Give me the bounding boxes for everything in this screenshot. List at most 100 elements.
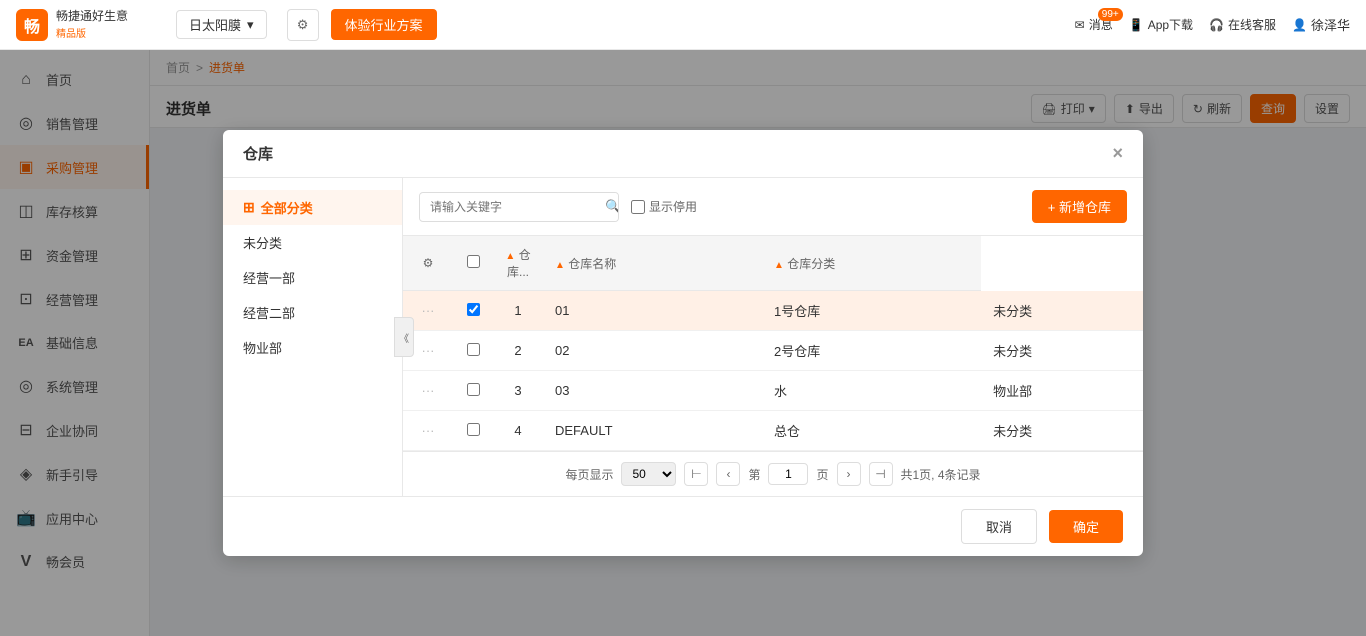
row-warehouse-name: 水 (762, 371, 981, 411)
row-menu[interactable]: ··· (403, 411, 453, 451)
service-button[interactable]: 🎧 在线客服 (1209, 16, 1276, 33)
warehouse-modal: 仓库 × ⊞ 全部分类 未分类 经营一部 经营二部 (223, 130, 1143, 556)
modal-body: ⊞ 全部分类 未分类 经营一部 经营二部 物业部 《 (223, 178, 1143, 496)
col-header-setting[interactable]: ⚙ (403, 236, 453, 291)
total-info: 共1页, 4条记录 (901, 466, 981, 483)
settings-icon[interactable]: ⚙ (287, 9, 319, 41)
modal-header: 仓库 × (223, 130, 1143, 178)
modal-title: 仓库 (243, 143, 273, 164)
tree-item-dept2[interactable]: 经营二部 (223, 295, 402, 330)
user-menu[interactable]: 👤 徐泽华 (1292, 15, 1350, 34)
show-disabled-label: 显示停用 (631, 198, 697, 215)
sort-icon-cat: ▲ (774, 260, 784, 271)
tree-label-property: 物业部 (243, 338, 282, 357)
pagination: 每页显示 50 100 ⊢ ‹ 第 页 › ⊣ 共1页, 4条记录 (403, 451, 1143, 496)
tree-item-all[interactable]: ⊞ 全部分类 (223, 190, 402, 225)
tree-all-label: 全部分类 (261, 198, 313, 217)
message-icon: ✉ (1075, 18, 1085, 32)
page-size-select[interactable]: 50 100 (621, 462, 676, 486)
row-code: 02 (543, 331, 762, 371)
row-warehouse-name: 1号仓库 (762, 291, 981, 331)
row-checkbox[interactable] (467, 423, 480, 436)
logo-title: 畅捷通好生意 (56, 9, 128, 25)
page-suffix: 页 (816, 466, 828, 483)
col-header-category[interactable]: ▲ 仓库分类 (762, 236, 981, 291)
tree-collapse-button[interactable]: 《 (394, 317, 414, 357)
modal-overlay: 仓库 × ⊞ 全部分类 未分类 经营一部 经营二部 (0, 50, 1366, 636)
row-menu[interactable]: ··· (403, 371, 453, 411)
row-index: 3 (493, 371, 543, 411)
user-name: 徐泽华 (1311, 15, 1350, 34)
grid-icon: ⊞ (243, 199, 255, 216)
logo-area: 畅 畅捷通好生意 精品版 (16, 9, 166, 41)
add-warehouse-button[interactable]: + 新增仓库 (1032, 190, 1127, 223)
table-panel: 🔍 显示停用 + 新增仓库 ⚙ (403, 178, 1143, 496)
table-row[interactable]: ··· 4 DEFAULT 总仓 未分类 (403, 411, 1143, 451)
first-page-button[interactable]: ⊢ (684, 462, 708, 486)
row-code: 03 (543, 371, 762, 411)
tree-panel: ⊞ 全部分类 未分类 经营一部 经营二部 物业部 《 (223, 178, 403, 496)
messages-button[interactable]: ✉ 消息 99+ (1075, 16, 1113, 33)
app-label: App下载 (1148, 16, 1193, 33)
last-page-button[interactable]: ⊣ (869, 462, 893, 486)
row-checkbox[interactable] (467, 303, 480, 316)
row-warehouse-name: 2号仓库 (762, 331, 981, 371)
modal-footer: 取消 确定 (223, 496, 1143, 556)
table-row[interactable]: ··· 1 01 1号仓库 未分类 (403, 291, 1143, 331)
tree-item-dept1[interactable]: 经营一部 (223, 260, 402, 295)
cancel-button[interactable]: 取消 (961, 509, 1037, 544)
company-selector[interactable]: 日太阳膜 ▾ (176, 10, 267, 39)
company-name: 日太阳膜 (189, 15, 241, 34)
row-code: 01 (543, 291, 762, 331)
search-button[interactable]: 🔍 (595, 193, 619, 221)
table-row[interactable]: ··· 2 02 2号仓库 未分类 (403, 331, 1143, 371)
row-index: 1 (493, 291, 543, 331)
tree-label-dept1: 经营一部 (243, 268, 295, 287)
logo-sub: 精品版 (56, 25, 128, 40)
col-header-check (453, 236, 493, 291)
top-header: 畅 畅捷通好生意 精品版 日太阳膜 ▾ ⚙ 体验行业方案 ✉ 消息 99+ 📱 … (0, 0, 1366, 50)
search-box: 🔍 (419, 192, 619, 222)
next-page-button[interactable]: › (837, 462, 861, 486)
row-category: 未分类 (981, 411, 1143, 451)
row-checkbox[interactable] (467, 383, 480, 396)
row-category: 物业部 (981, 371, 1143, 411)
table-toolbar: 🔍 显示停用 + 新增仓库 (403, 178, 1143, 236)
trial-button[interactable]: 体验行业方案 (331, 9, 437, 40)
row-index: 2 (493, 331, 543, 371)
sort-icon-name: ▲ (555, 260, 565, 271)
table-row[interactable]: ··· 3 03 水 物业部 (403, 371, 1143, 411)
tree-label-unclassified: 未分类 (243, 233, 282, 252)
messages-badge: 99+ (1098, 8, 1123, 21)
page-number-input[interactable] (768, 463, 808, 485)
show-disabled-checkbox[interactable] (631, 200, 645, 214)
col-header-num[interactable]: ▲ 仓库... (493, 236, 543, 291)
select-all-checkbox[interactable] (467, 255, 480, 268)
modal-close-button[interactable]: × (1112, 143, 1123, 164)
header-right: ✉ 消息 99+ 📱 App下载 🎧 在线客服 👤 徐泽华 (1075, 15, 1350, 34)
row-index: 4 (493, 411, 543, 451)
phone-icon: 📱 (1129, 18, 1144, 32)
sort-icon: ▲ (505, 251, 515, 262)
page-size-label: 每页显示 (565, 466, 613, 483)
logo-icon: 畅 (16, 9, 48, 41)
page-label: 第 (748, 466, 760, 483)
tree-label-dept2: 经营二部 (243, 303, 295, 322)
row-warehouse-name: 总仓 (762, 411, 981, 451)
search-input[interactable] (420, 194, 595, 220)
col-header-name[interactable]: ▲ 仓库名称 (543, 236, 762, 291)
show-disabled-text: 显示停用 (649, 198, 697, 215)
prev-page-button[interactable]: ‹ (716, 462, 740, 486)
tree-item-unclassified[interactable]: 未分类 (223, 225, 402, 260)
table-header-row: ⚙ ▲ 仓库... ▲ 仓库名称 (403, 236, 1143, 291)
row-category: 未分类 (981, 291, 1143, 331)
header-middle: ⚙ 体验行业方案 (267, 9, 1075, 41)
confirm-button[interactable]: 确定 (1049, 510, 1123, 543)
app-download-button[interactable]: 📱 App下载 (1129, 16, 1193, 33)
row-checkbox[interactable] (467, 343, 480, 356)
headset-icon: 🎧 (1209, 18, 1224, 32)
data-table: ⚙ ▲ 仓库... ▲ 仓库名称 (403, 236, 1143, 451)
chevron-down-icon: ▾ (247, 17, 254, 33)
user-icon: 👤 (1292, 18, 1307, 32)
tree-item-property[interactable]: 物业部 (223, 330, 402, 365)
